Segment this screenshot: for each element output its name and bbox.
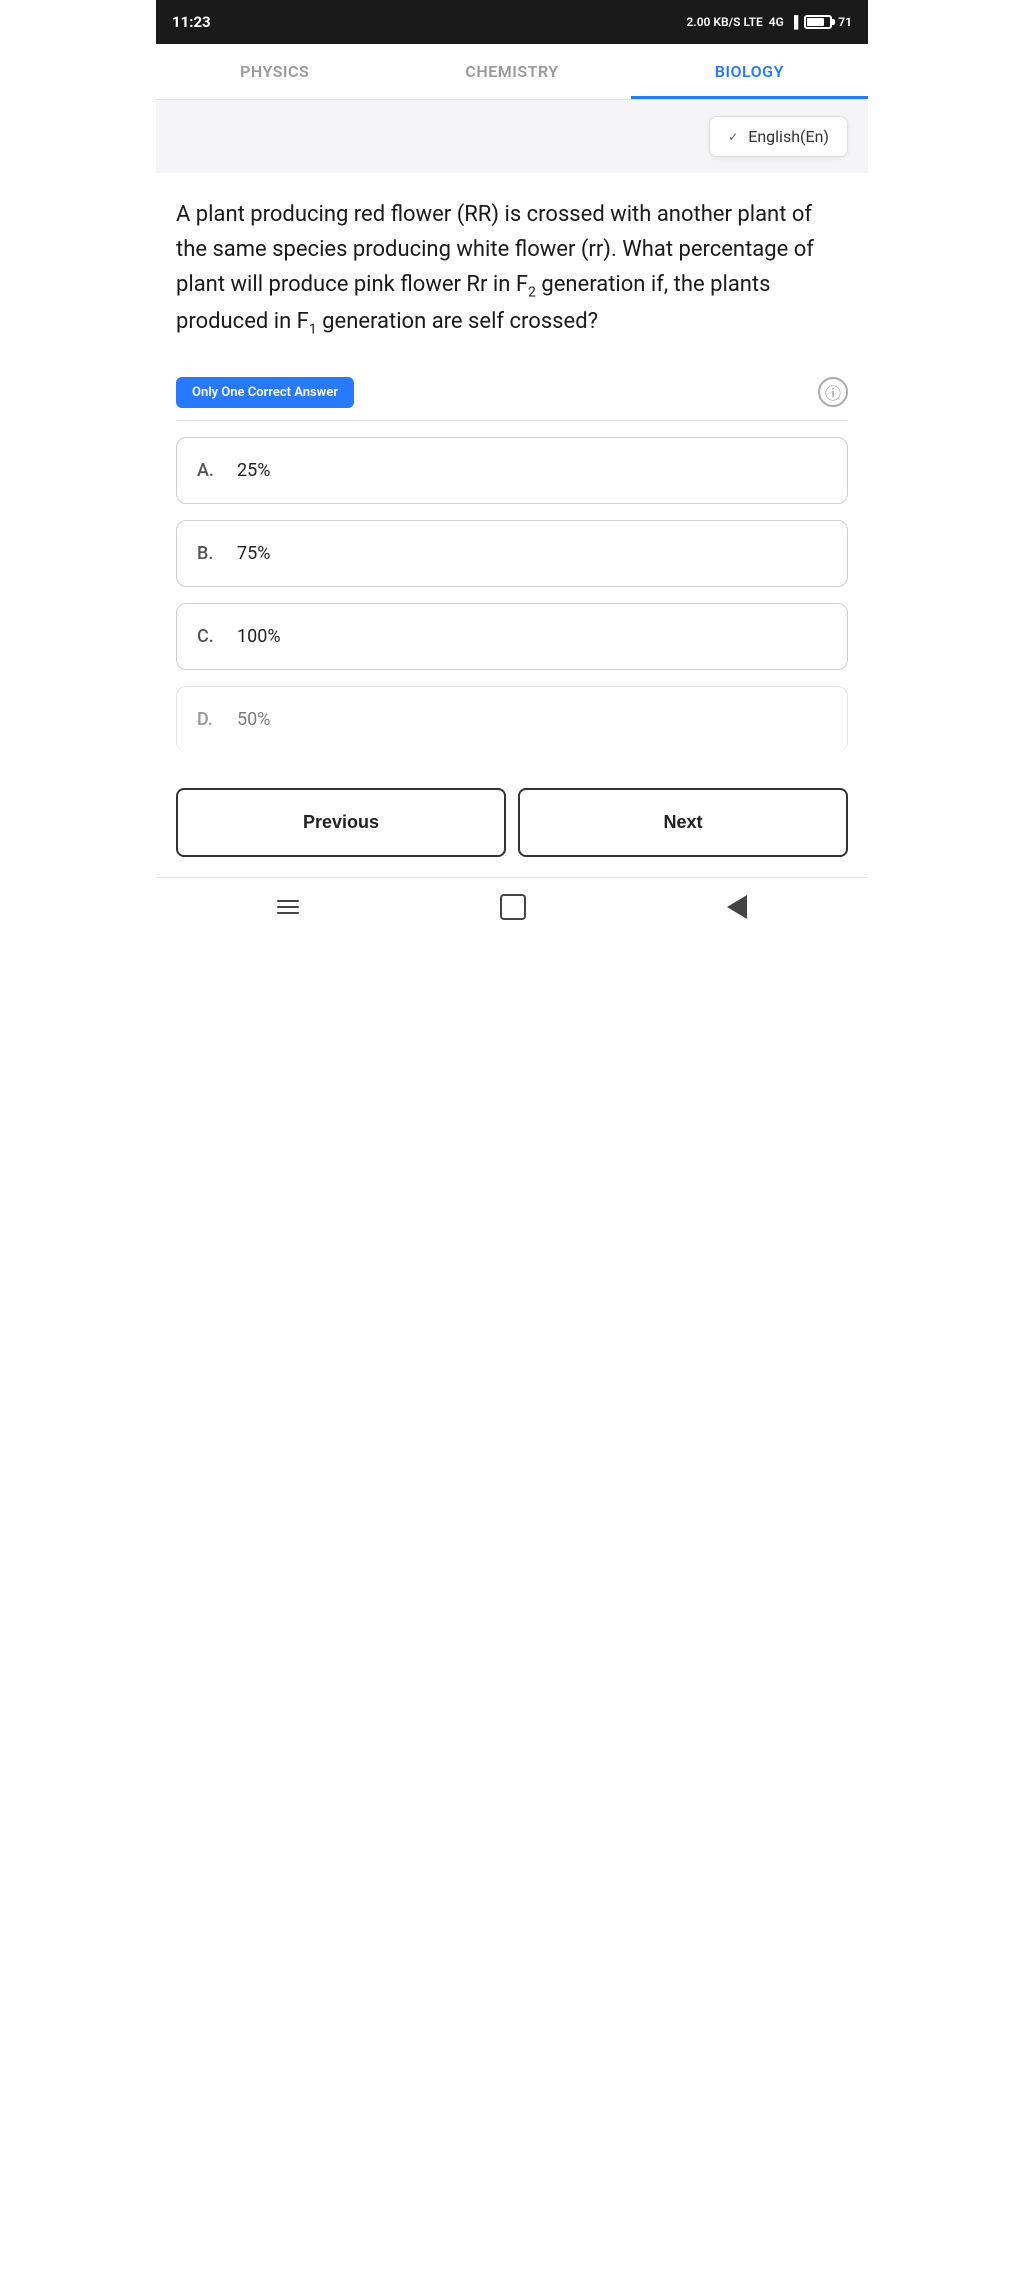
option-b-text: 75% [237,543,270,564]
option-d-label: D. [197,709,221,730]
bottom-nav [156,877,868,940]
chevron-down-icon: ✓ [728,130,738,144]
bottom-spacer [156,940,868,980]
back-triangle-icon [727,895,747,919]
hamburger-icon [277,900,299,914]
signal-icon: ▐ [790,15,799,29]
network-speed: 2.00 KB/S LTE [686,15,762,29]
status-bar: 11:23 2.00 KB/S LTE 4G ▐ 71 [156,0,868,44]
option-c-text: 100% [237,626,281,647]
back-button[interactable] [727,895,747,919]
answer-type-row: Only One Correct Answer ⓘ [156,357,868,420]
language-section: ✓ English(En) [156,100,868,173]
option-d-text: 50% [237,709,270,730]
option-b[interactable]: B. 75% [176,520,848,587]
question-section: A plant producing red flower (RR) is cro… [156,173,868,357]
option-a-text: 25% [237,460,270,481]
home-circle-icon [500,894,526,920]
next-button[interactable]: Next [518,788,848,857]
options-section: A. 25% B. 75% C. 100% D. 50% [156,421,868,768]
tab-physics[interactable]: PHYSICS [156,44,393,99]
previous-button[interactable]: Previous [176,788,506,857]
tab-chemistry[interactable]: CHEMISTRY [393,44,630,99]
status-time: 11:23 [172,13,211,31]
option-c[interactable]: C. 100% [176,603,848,670]
info-icon[interactable]: ⓘ [818,377,848,407]
language-label: English(En) [748,127,829,146]
home-button[interactable] [500,894,526,920]
option-b-label: B. [197,543,221,564]
menu-button[interactable] [277,900,299,914]
option-a-label: A. [197,460,221,481]
network-type: 4G [769,15,784,29]
only-one-badge: Only One Correct Answer [176,377,354,408]
question-text: A plant producing red flower (RR) is cro… [176,197,848,341]
navigation-buttons: Previous Next [156,768,868,877]
language-dropdown[interactable]: ✓ English(En) [709,116,848,157]
tab-biology[interactable]: BIOLOGY [631,44,868,99]
option-c-label: C. [197,626,221,647]
option-d[interactable]: D. 50% [176,686,848,752]
status-right: 2.00 KB/S LTE 4G ▐ 71 [686,15,852,29]
battery-indicator [804,15,832,29]
option-a[interactable]: A. 25% [176,437,848,504]
tab-bar: PHYSICS CHEMISTRY BIOLOGY [156,44,868,100]
battery-percent: 71 [838,15,852,29]
